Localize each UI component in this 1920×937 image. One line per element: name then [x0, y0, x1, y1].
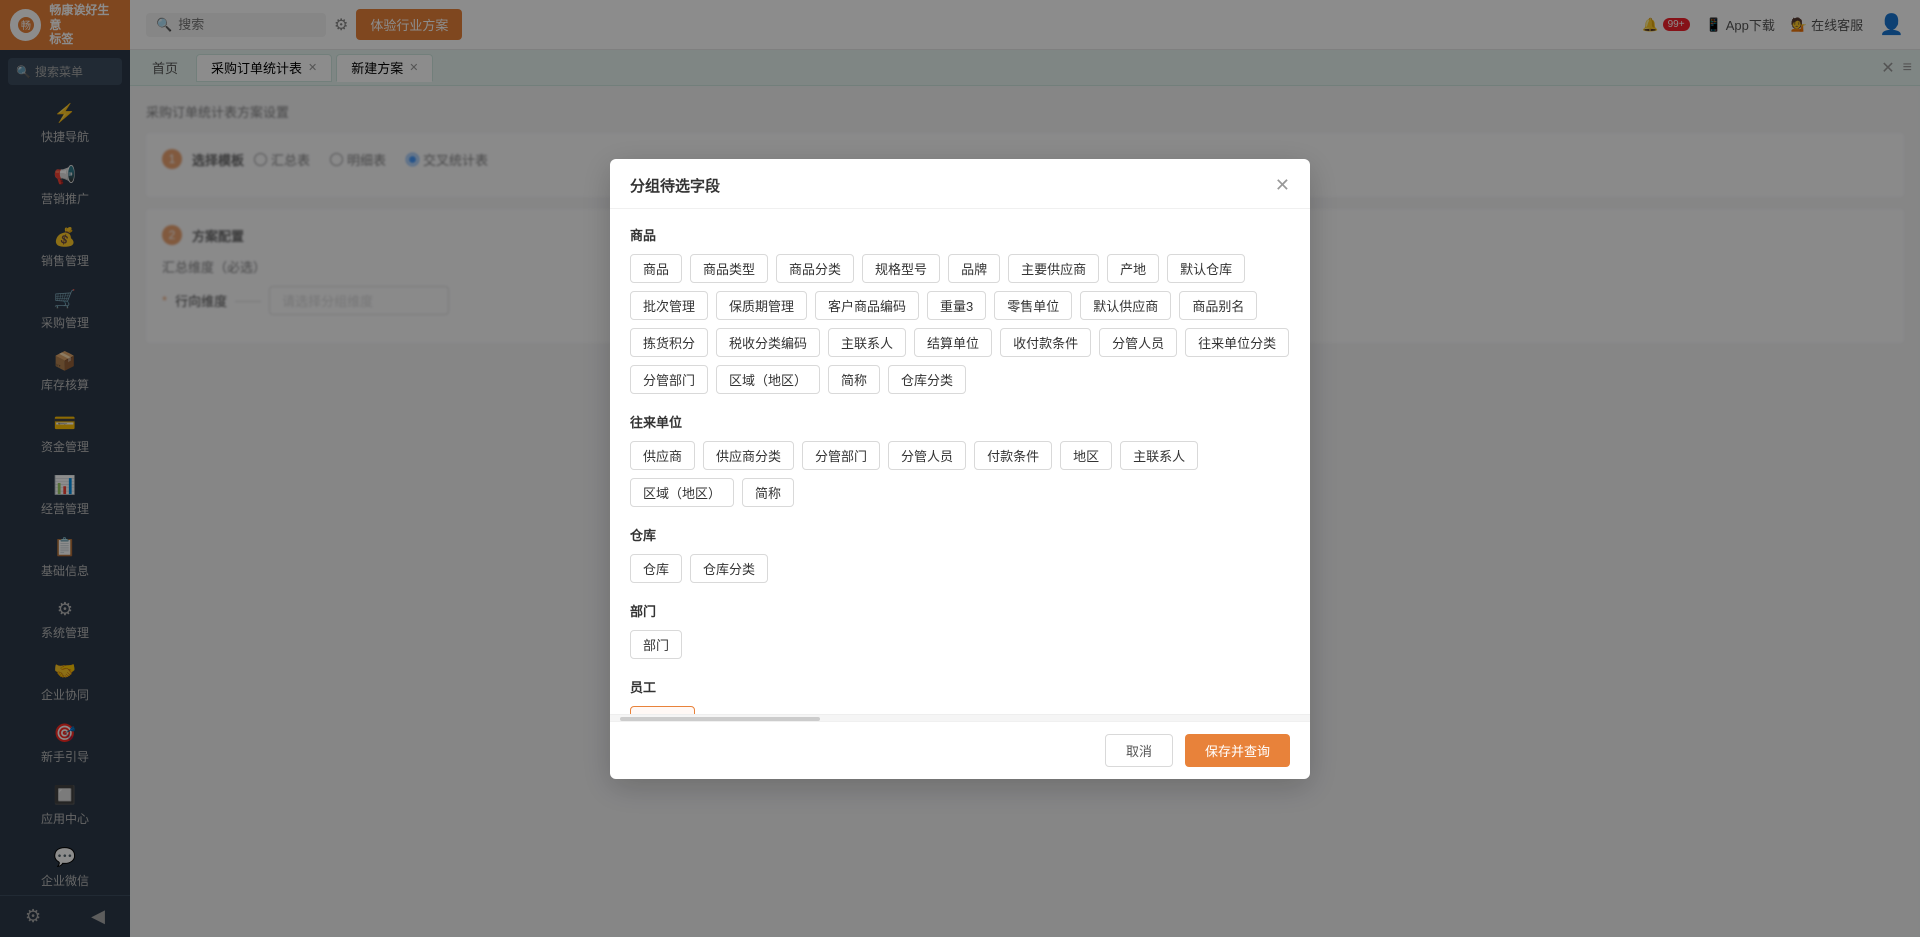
- field-tag-goods-18[interactable]: 结算单位: [914, 328, 992, 357]
- field-tag-goods-7[interactable]: 默认仓库: [1167, 254, 1245, 283]
- field-tags-goods: 商品 商品类型 商品分类 规格型号 品牌 主要供应商 产地 默认仓库 批次管理 …: [630, 254, 1290, 394]
- modal-cancel-button[interactable]: 取消: [1105, 734, 1173, 767]
- field-group-warehouse: 仓库 仓库 仓库分类: [630, 525, 1290, 583]
- field-tag-goods-13[interactable]: 默认供应商: [1080, 291, 1171, 320]
- field-group-warehouse-title: 仓库: [630, 525, 1290, 544]
- field-tag-goods-8[interactable]: 批次管理: [630, 291, 708, 320]
- field-tag-partner-0[interactable]: 供应商: [630, 441, 695, 470]
- field-tag-warehouse-0[interactable]: 仓库: [630, 554, 682, 583]
- field-tag-goods-22[interactable]: 分管部门: [630, 365, 708, 394]
- field-tags-department: 部门: [630, 630, 1290, 659]
- modal-header: 分组待选字段 ✕: [610, 159, 1310, 209]
- field-tag-goods-2[interactable]: 商品分类: [776, 254, 854, 283]
- field-tag-partner-8[interactable]: 简称: [742, 478, 794, 507]
- field-tag-warehouse-1[interactable]: 仓库分类: [690, 554, 768, 583]
- field-tag-goods-9[interactable]: 保质期管理: [716, 291, 807, 320]
- field-group-partner-title: 往来单位: [630, 412, 1290, 431]
- modal-hscrollbar[interactable]: [610, 714, 1310, 720]
- field-tags-employee: 业务员: [630, 706, 1290, 715]
- field-tag-partner-5[interactable]: 地区: [1060, 441, 1112, 470]
- field-tag-goods-10[interactable]: 客户商品编码: [815, 291, 919, 320]
- field-tag-goods-5[interactable]: 主要供应商: [1008, 254, 1099, 283]
- modal-overlay: 分组待选字段 ✕ 商品 商品 商品类型 商品分类 规格型号 品牌 主要供应商 产…: [0, 0, 1920, 937]
- modal-dialog: 分组待选字段 ✕ 商品 商品 商品类型 商品分类 规格型号 品牌 主要供应商 产…: [610, 159, 1310, 779]
- field-tag-partner-3[interactable]: 分管人员: [888, 441, 966, 470]
- field-tag-partner-4[interactable]: 付款条件: [974, 441, 1052, 470]
- field-tag-goods-20[interactable]: 分管人员: [1099, 328, 1177, 357]
- field-tag-goods-19[interactable]: 收付款条件: [1000, 328, 1091, 357]
- modal-footer: 取消 保存并查询: [610, 721, 1310, 779]
- field-group-department: 部门 部门: [630, 601, 1290, 659]
- field-tag-goods-6[interactable]: 产地: [1107, 254, 1159, 283]
- field-tag-goods-25[interactable]: 仓库分类: [888, 365, 966, 394]
- field-tag-goods-15[interactable]: 拣货积分: [630, 328, 708, 357]
- field-tag-goods-0[interactable]: 商品: [630, 254, 682, 283]
- field-group-partner: 往来单位 供应商 供应商分类 分管部门 分管人员 付款条件 地区 主联系人 区域…: [630, 412, 1290, 507]
- field-tag-goods-1[interactable]: 商品类型: [690, 254, 768, 283]
- modal-save-button[interactable]: 保存并查询: [1185, 734, 1290, 767]
- modal-body[interactable]: 商品 商品 商品类型 商品分类 规格型号 品牌 主要供应商 产地 默认仓库 批次…: [610, 209, 1310, 715]
- field-tag-goods-24[interactable]: 简称: [828, 365, 880, 394]
- field-tag-goods-16[interactable]: 税收分类编码: [716, 328, 820, 357]
- field-tag-partner-2[interactable]: 分管部门: [802, 441, 880, 470]
- field-group-goods: 商品 商品 商品类型 商品分类 规格型号 品牌 主要供应商 产地 默认仓库 批次…: [630, 225, 1290, 394]
- field-tag-partner-6[interactable]: 主联系人: [1120, 441, 1198, 470]
- modal-close-button[interactable]: ✕: [1275, 175, 1290, 196]
- field-tag-employee-0[interactable]: 业务员: [630, 706, 695, 715]
- field-tag-goods-12[interactable]: 零售单位: [994, 291, 1072, 320]
- field-tag-goods-14[interactable]: 商品别名: [1179, 291, 1257, 320]
- field-group-employee: 员工 业务员: [630, 677, 1290, 715]
- modal-title: 分组待选字段: [630, 175, 720, 196]
- field-tag-goods-21[interactable]: 往来单位分类: [1185, 328, 1289, 357]
- field-group-goods-title: 商品: [630, 225, 1290, 244]
- field-tags-warehouse: 仓库 仓库分类: [630, 554, 1290, 583]
- field-tag-goods-17[interactable]: 主联系人: [828, 328, 906, 357]
- field-tag-goods-3[interactable]: 规格型号: [862, 254, 940, 283]
- field-tag-partner-1[interactable]: 供应商分类: [703, 441, 794, 470]
- field-tag-department-0[interactable]: 部门: [630, 630, 682, 659]
- field-tags-partner: 供应商 供应商分类 分管部门 分管人员 付款条件 地区 主联系人 区域（地区） …: [630, 441, 1290, 507]
- field-tag-goods-11[interactable]: 重量3: [927, 291, 986, 320]
- field-group-department-title: 部门: [630, 601, 1290, 620]
- field-tag-goods-23[interactable]: 区域（地区）: [716, 365, 820, 394]
- field-tag-goods-4[interactable]: 品牌: [948, 254, 1000, 283]
- field-group-employee-title: 员工: [630, 677, 1290, 696]
- field-tag-partner-7[interactable]: 区域（地区）: [630, 478, 734, 507]
